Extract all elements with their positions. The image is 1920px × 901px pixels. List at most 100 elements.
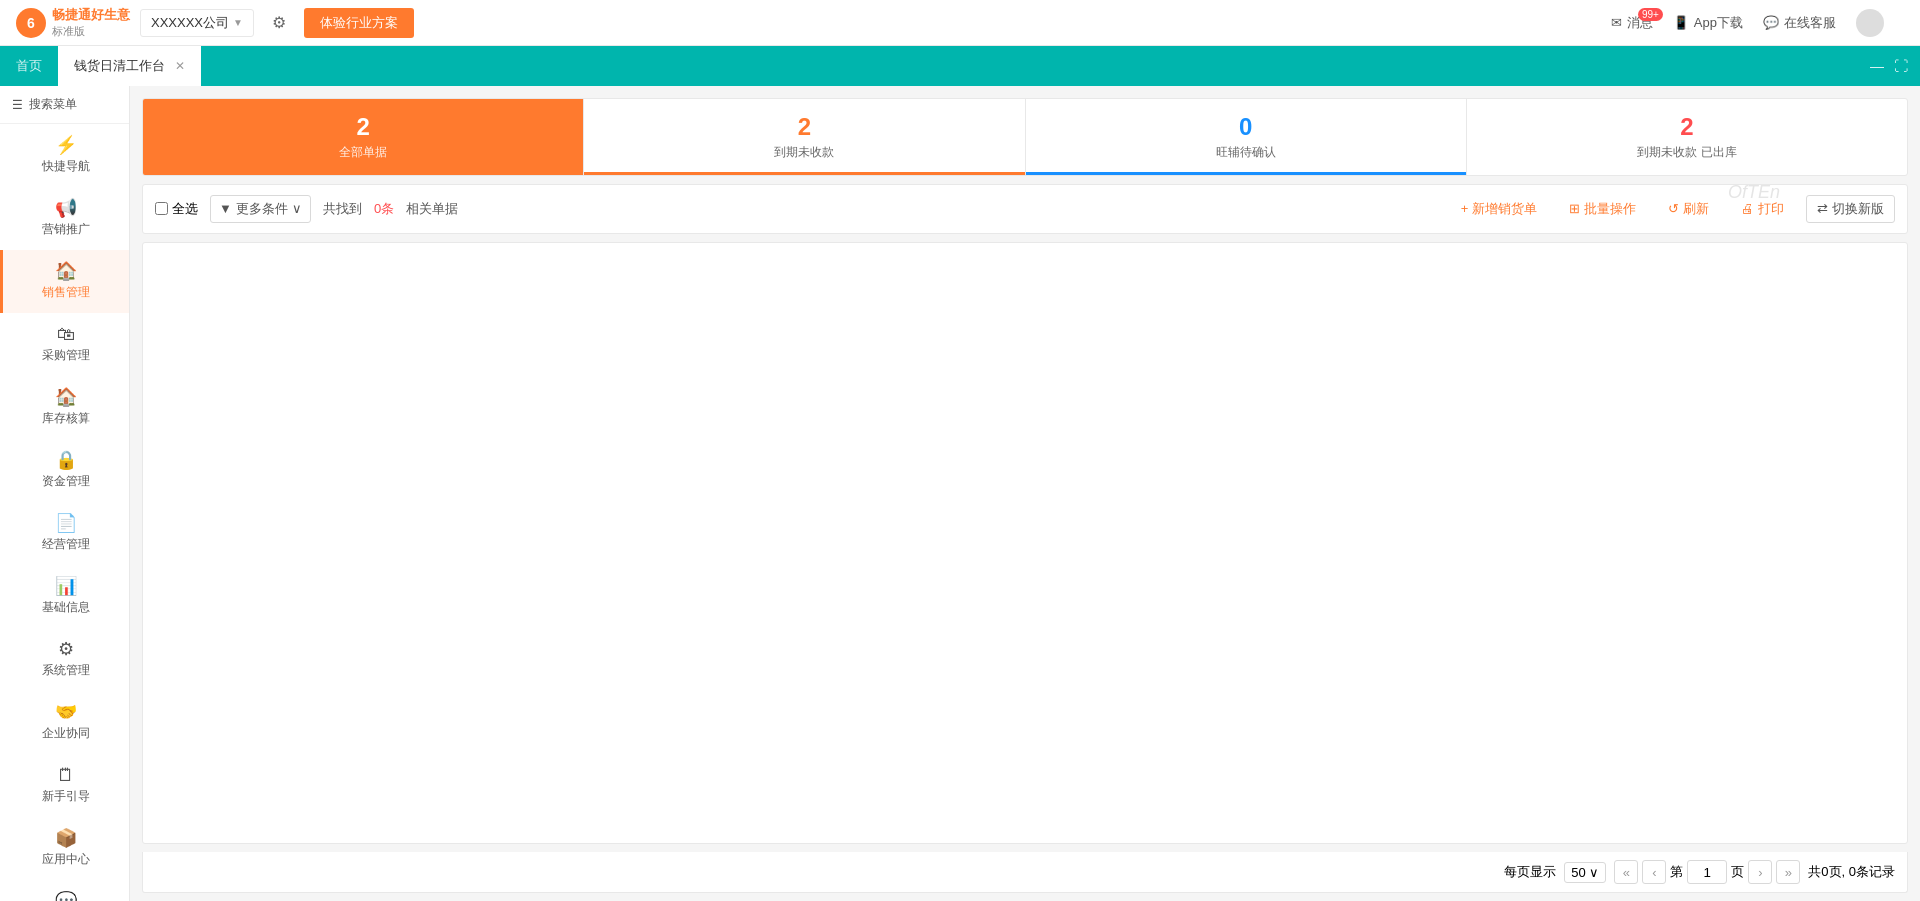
found-suffix: 相关单据 [406,200,458,218]
avatar[interactable] [1856,9,1884,37]
refresh-icon: ↺ [1668,201,1679,216]
pagination: 每页显示 50 ∨ « ‹ 第 页 › » 共0页, 0条记录 [142,852,1908,893]
sidebar-item-inventory[interactable]: 🏠 库存核算 [0,376,129,439]
sidebar-purchase-label: 采购管理 [42,347,90,364]
add-order-button[interactable]: + 新增销货单 [1451,196,1547,222]
sidebar-search-label: 搜索菜单 [29,96,77,113]
sidebar-item-enterprise[interactable]: 🤝 企业协同 [0,691,129,754]
card-indicator-overdue [584,172,1024,175]
sidebar-sales-label: 销售管理 [42,284,90,301]
select-all-checkbox[interactable]: 全选 [155,200,198,218]
sidebar-quick-nav-label: 快捷导航 [42,158,90,175]
tab-cashflow-label: 钱货日清工作台 [74,57,165,75]
settings-icon[interactable]: ⚙ [264,8,294,38]
last-page-button[interactable]: » [1776,860,1800,884]
sidebar-item-basic-info[interactable]: 📊 基础信息 [0,565,129,628]
tab-minimize-icon[interactable]: — [1870,58,1884,74]
batch-operation-button[interactable]: ⊞ 批量操作 [1559,196,1646,222]
toolbar-right: + 新增销货单 ⊞ 批量操作 ↺ 刷新 🖨 打印 ⇄ 切换新版 [1451,195,1895,223]
tab-bar-actions: — ⛶ [1858,46,1920,86]
logo-main-text: 畅捷通好生意 [52,7,130,24]
app-download-label: App下载 [1694,14,1743,32]
add-icon: + 新增销货单 [1461,200,1537,218]
header-left: 6 畅捷通好生意 标准版 XXXXXX公司 ▼ ⚙ 体验行业方案 [16,7,414,38]
switch-version-button[interactable]: ⇄ 切换新版 [1806,195,1895,223]
print-button[interactable]: 🖨 打印 [1731,196,1794,222]
guide-icon: 🗒 [57,766,75,784]
sidebar-item-operations[interactable]: 📄 经营管理 [0,502,129,565]
toolbar: 全选 ▼ 更多条件 ∨ 共找到 0条 相关单据 + 新增销货单 ⊞ 批量操作 [142,184,1908,234]
summary-card-pending[interactable]: 0 旺辅待确认 [1026,99,1467,175]
select-all-label: 全选 [172,200,198,218]
online-service-label: 在线客服 [1784,14,1836,32]
capital-icon: 🔒 [55,451,77,469]
company-name: XXXXXX公司 [151,14,229,32]
sidebar: ☰ 搜索菜单 ⚡ 快捷导航 📢 营销推广 🏠 销售管理 🛍 采购管理 🏠 库存核… [0,86,130,901]
card-label-pending: 旺辅待确认 [1042,144,1450,161]
tab-home[interactable]: 首页 [0,46,58,86]
sidebar-item-purchase[interactable]: 🛍 采购管理 [0,313,129,376]
filter-label: 更多条件 [236,200,288,218]
summary-cards: 2 全部单据 2 到期未收款 0 旺辅待确认 2 到期未收款 已出库 [142,98,1908,176]
message-icon: ✉ [1611,15,1622,30]
tab-close-icon[interactable]: ✕ [175,59,185,73]
trial-button[interactable]: 体验行业方案 [304,8,414,38]
prev-page-button[interactable]: ‹ [1642,860,1666,884]
per-page-select[interactable]: 50 ∨ [1564,862,1606,883]
sidebar-item-sales[interactable]: 🏠 销售管理 [0,250,129,313]
tab-home-label: 首页 [16,57,42,75]
tab-cashflow[interactable]: 钱货日清工作台 ✕ [58,46,201,86]
card-label-overdue: 到期未收款 [600,144,1008,161]
app-center-icon: 📦 [55,829,77,847]
tab-maximize-icon[interactable]: ⛶ [1894,58,1908,74]
online-service-action[interactable]: 💬 在线客服 [1763,14,1836,32]
sidebar-item-guide[interactable]: 🗒 新手引导 [0,754,129,817]
card-indicator-pending [1026,172,1466,175]
enterprise-icon: 🤝 [55,703,77,721]
purchase-icon: 🛍 [57,325,75,343]
service-icon: 💬 [1763,15,1779,30]
sidebar-guide-label: 新手引导 [42,788,90,805]
sidebar-basic-info-label: 基础信息 [42,599,90,616]
card-count-overdue: 2 [600,113,1008,142]
card-count-pending: 0 [1042,113,1450,142]
sidebar-item-marketing[interactable]: 📢 营销推广 [0,187,129,250]
sidebar-item-system[interactable]: ⚙ 系统管理 [0,628,129,691]
per-page-chevron: ∨ [1589,865,1599,880]
filter-button[interactable]: ▼ 更多条件 ∨ [210,195,311,223]
company-selector[interactable]: XXXXXX公司 ▼ [140,9,254,37]
refresh-button[interactable]: ↺ 刷新 [1658,196,1719,222]
sidebar-item-capital[interactable]: 🔒 资金管理 [0,439,129,502]
summary-card-overdue[interactable]: 2 到期未收款 [584,99,1025,175]
first-page-button[interactable]: « [1614,860,1638,884]
switch-icon: ⇄ [1817,201,1828,216]
select-all-input[interactable] [155,202,168,215]
print-icon: 🖨 [1741,201,1754,216]
header-right: ✉ 消息 99+ 📱 App下载 💬 在线客服 [1611,9,1904,37]
card-count-shipped: 2 [1483,113,1891,142]
main-layout: ☰ 搜索菜单 ⚡ 快捷导航 📢 营销推广 🏠 销售管理 🛍 采购管理 🏠 库存核… [0,86,1920,901]
sidebar-capital-label: 资金管理 [42,473,90,490]
page-prefix: 第 [1670,863,1683,881]
summary-card-shipped[interactable]: 2 到期未收款 已出库 [1467,99,1907,175]
summary-card-all[interactable]: 2 全部单据 [143,99,584,175]
inventory-icon: 🏠 [55,388,77,406]
page-input[interactable] [1687,860,1727,884]
print-label: 打印 [1758,200,1784,218]
per-page-value: 50 [1571,865,1585,880]
logo-sub-text: 标准版 [52,24,130,38]
sidebar-item-app-center[interactable]: 📦 应用中心 [0,817,129,880]
next-page-button[interactable]: › [1748,860,1772,884]
operations-icon: 📄 [55,514,77,532]
app-download-action[interactable]: 📱 App下载 [1673,14,1743,32]
filter-chevron: ∨ [292,201,302,216]
sidebar-item-wechat[interactable]: 💬 企业微信 [0,880,129,901]
sidebar-item-search[interactable]: ☰ 搜索菜单 [0,86,129,124]
sidebar-app-center-label: 应用中心 [42,851,90,868]
card-label-shipped: 到期未收款 已出库 [1483,144,1891,161]
sidebar-item-quick-nav[interactable]: ⚡ 快捷导航 [0,124,129,187]
page-nav: « ‹ 第 页 › » [1614,860,1800,884]
message-action[interactable]: ✉ 消息 99+ [1611,14,1653,32]
logo-area: 6 畅捷通好生意 标准版 [16,7,130,38]
table-area [142,242,1908,844]
